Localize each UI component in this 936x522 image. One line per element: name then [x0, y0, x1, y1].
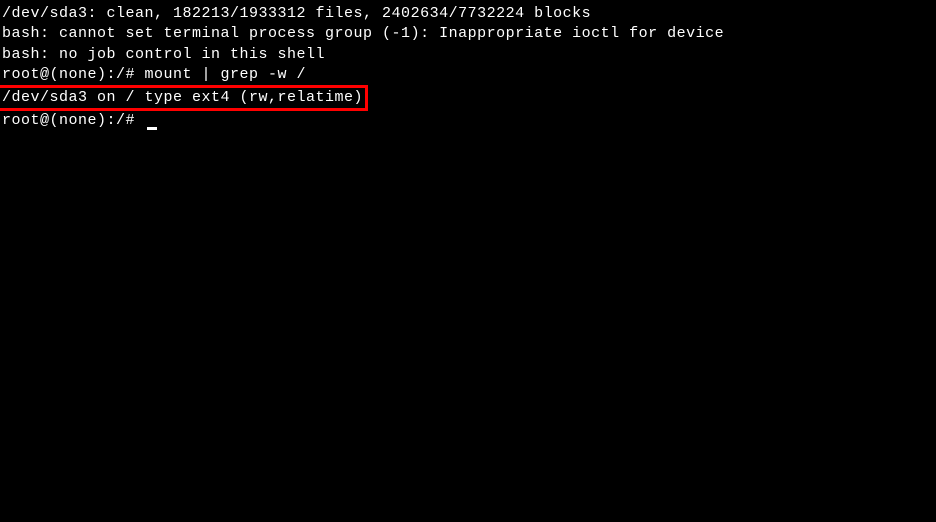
shell-command: mount | grep -w /: [145, 66, 307, 83]
shell-prompt: root@(none):/#: [2, 112, 145, 129]
shell-prompt: root@(none):/#: [2, 66, 145, 83]
terminal-prompt-line[interactable]: root@(none):/#: [2, 111, 934, 131]
highlighted-output: /dev/sda3 on / type ext4 (rw,relatime): [0, 85, 368, 111]
terminal-output-line: bash: no job control in this shell: [2, 45, 934, 65]
terminal-command-line: root@(none):/# mount | grep -w /: [2, 65, 934, 85]
terminal-output-line: bash: cannot set terminal process group …: [2, 24, 934, 44]
cursor-icon: [147, 127, 157, 130]
terminal-output-highlighted: /dev/sda3 on / type ext4 (rw,relatime): [2, 85, 934, 111]
terminal-output-line: /dev/sda3: clean, 182213/1933312 files, …: [2, 4, 934, 24]
